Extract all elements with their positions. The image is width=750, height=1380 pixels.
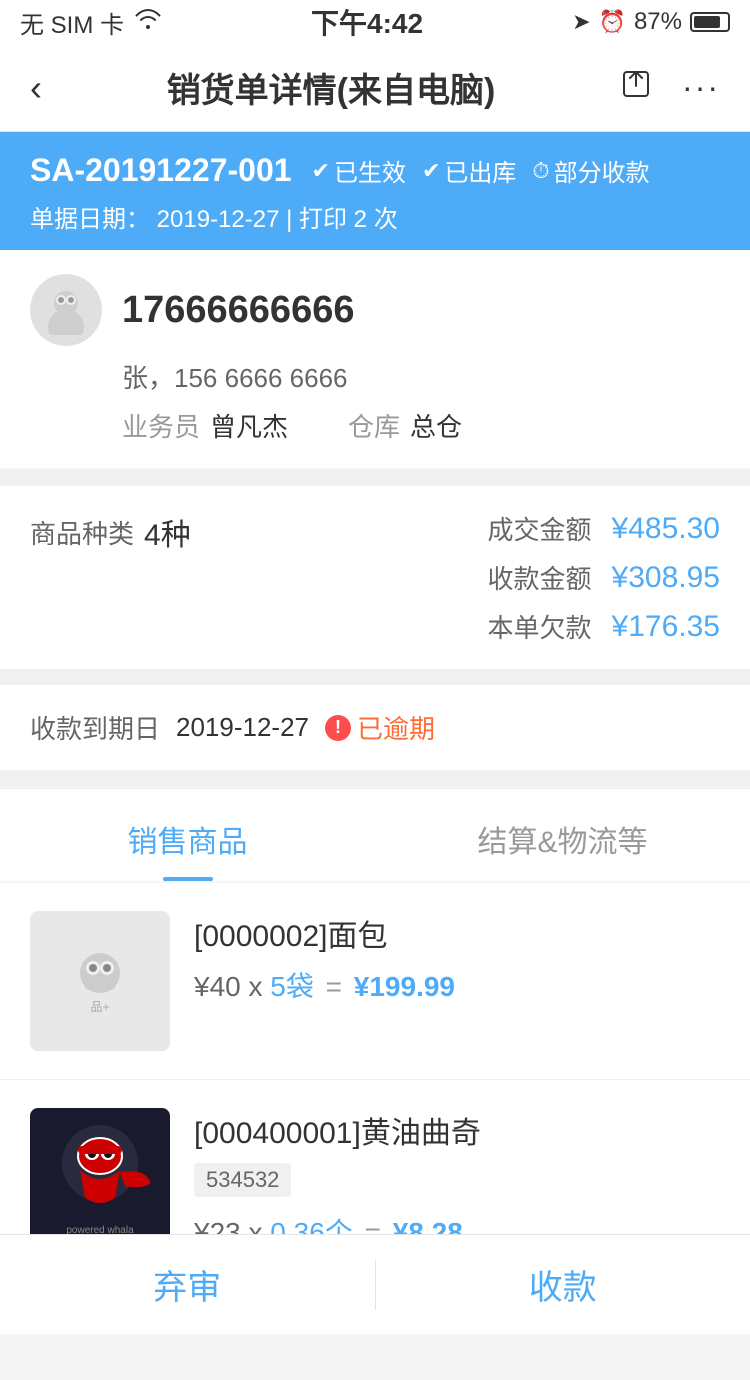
product-image-1: 品+ (30, 911, 170, 1051)
stats-left: 商品种类 4种 (30, 510, 191, 554)
banner-date-row: 单据日期： 2019-12-27 | 打印 2 次 (30, 199, 720, 234)
status-effective: ✔ 已生效 (312, 153, 406, 188)
tabs-section: 销售商品 结算&物流等 (0, 788, 750, 881)
date-label: 单据日期： (30, 206, 150, 233)
sales-label: 业务员 (122, 407, 200, 444)
print-info: | 打印 2 次 (286, 206, 398, 233)
nav-bar: ‹ 销货单详情(来自电脑) ··· (0, 44, 750, 132)
product-name-2: [000400001]黄油曲奇 (194, 1108, 720, 1152)
status-partial: ⏱ 部分收款 (532, 153, 649, 188)
debt-amount: ¥176.35 (612, 610, 720, 644)
status-shipped: ✔ 已出库 (422, 153, 516, 188)
battery-label: 87% (634, 8, 682, 36)
overdue-badge: ! 已逾期 (325, 709, 435, 746)
cancel-button[interactable]: 弃审 (0, 1260, 375, 1309)
tab-underline (163, 877, 213, 881)
collect-amount-row: 收款金额 ¥308.95 (488, 559, 720, 596)
battery-icon (690, 12, 730, 32)
product-tag-2: 534532 (194, 1163, 291, 1197)
collect-button[interactable]: 收款 (376, 1260, 750, 1309)
customer-section: 17666666666 张，156 6666 6666 业务员 曾凡杰 仓库 总… (0, 250, 750, 468)
deal-label: 成交金额 (488, 510, 592, 547)
overdue-text: 已逾期 (357, 709, 435, 746)
customer-name-phone: 张，156 6666 6666 (30, 358, 720, 395)
collect-label: 收款金额 (488, 559, 592, 596)
type-count: 4种 (144, 510, 191, 554)
back-button[interactable]: ‹ (30, 67, 42, 109)
overdue-icon: ! (325, 715, 351, 741)
due-date-value: 2019-12-27 (176, 712, 309, 743)
carrier-label: 无 SIM 卡 (20, 5, 124, 40)
stats-right: 成交金额 ¥485.30 收款金额 ¥308.95 本单欠款 ¥176.35 (488, 510, 720, 645)
tab-sales-products[interactable]: 销售商品 (0, 789, 375, 881)
status-left: 无 SIM 卡 (20, 5, 162, 40)
price-total-1: ¥199.99 (354, 971, 455, 1002)
product-info-1: [0000002]面包 ¥40 x 5袋 = ¥199.99 (194, 911, 720, 1005)
order-id: SA-20191227-001 (30, 152, 292, 189)
divider-2 (0, 669, 750, 685)
type-label: 商品种类 (30, 514, 134, 551)
customer-meta: 业务员 曾凡杰 仓库 总仓 (30, 407, 720, 444)
wifi-icon (134, 8, 162, 36)
status-badges: ✔ 已生效 ✔ 已出库 ⏱ 部分收款 (312, 153, 650, 188)
collect-amount: ¥308.95 (612, 561, 720, 595)
status-right: ➤ ⏰ 87% (572, 8, 730, 36)
customer-phone: 17666666666 (122, 289, 354, 332)
stats-section: 商品种类 4种 成交金额 ¥485.30 收款金额 ¥308.95 本单欠款 ¥… (0, 486, 750, 669)
product-image-2: powered whala (30, 1108, 170, 1248)
check-icon-1: ✔ (312, 158, 330, 184)
check-icon-2: ✔ (422, 158, 440, 184)
due-section: 收款到期日 2019-12-27 ! 已逾期 (0, 685, 750, 770)
deal-amount: ¥485.30 (612, 512, 720, 546)
product-price-1: ¥40 x 5袋 = ¥199.99 (194, 965, 720, 1005)
banner-row1: SA-20191227-001 ✔ 已生效 ✔ 已出库 ⏱ 部分收款 (30, 152, 720, 189)
sales-meta: 业务员 曾凡杰 (122, 407, 288, 444)
time-label: 下午4:42 (311, 2, 423, 42)
due-date-label: 收款到期日 (30, 709, 160, 746)
status-bar: 无 SIM 卡 下午4:42 ➤ ⏰ 87% (0, 0, 750, 44)
price-qty-1: 5袋 (270, 971, 314, 1002)
divider-3 (0, 770, 750, 786)
products-section: 品+ [0000002]面包 ¥40 x 5袋 = ¥199.99 (0, 883, 750, 1280)
divider-1 (0, 470, 750, 486)
location-icon: ➤ (572, 9, 590, 35)
warehouse-value: 总仓 (410, 407, 462, 444)
alarm-icon: ⏰ (599, 9, 626, 35)
bottom-bar: 弃审 收款 (0, 1234, 750, 1334)
debt-amount-row: 本单欠款 ¥176.35 (488, 608, 720, 645)
product-type-count: 商品种类 4种 (30, 510, 191, 554)
deal-amount-row: 成交金额 ¥485.30 (488, 510, 720, 547)
share-button[interactable] (620, 68, 652, 107)
product-item: 品+ [0000002]面包 ¥40 x 5袋 = ¥199.99 (0, 883, 750, 1080)
debt-label: 本单欠款 (488, 608, 592, 645)
page-title: 销货单详情(来自电脑) (167, 63, 496, 112)
nav-actions: ··· (620, 68, 720, 107)
customer-top: 17666666666 (30, 274, 720, 346)
product-info-2: [000400001]黄油曲奇 534532 ¥23 x 0.36个 = ¥8.… (194, 1108, 720, 1251)
product-name-1: [0000002]面包 (194, 911, 720, 955)
clock-icon: ⏱ (532, 158, 549, 184)
warehouse-meta: 仓库 总仓 (348, 407, 462, 444)
order-banner: SA-20191227-001 ✔ 已生效 ✔ 已出库 ⏱ 部分收款 单据日期：… (0, 132, 750, 250)
more-button[interactable]: ··· (682, 69, 720, 106)
sales-value: 曾凡杰 (210, 407, 288, 444)
order-date: 2019-12-27 (157, 206, 280, 233)
tab-settlement[interactable]: 结算&物流等 (375, 789, 750, 881)
avatar (30, 274, 102, 346)
svg-text:品+: 品+ (90, 1000, 109, 1014)
warehouse-label: 仓库 (348, 407, 400, 444)
